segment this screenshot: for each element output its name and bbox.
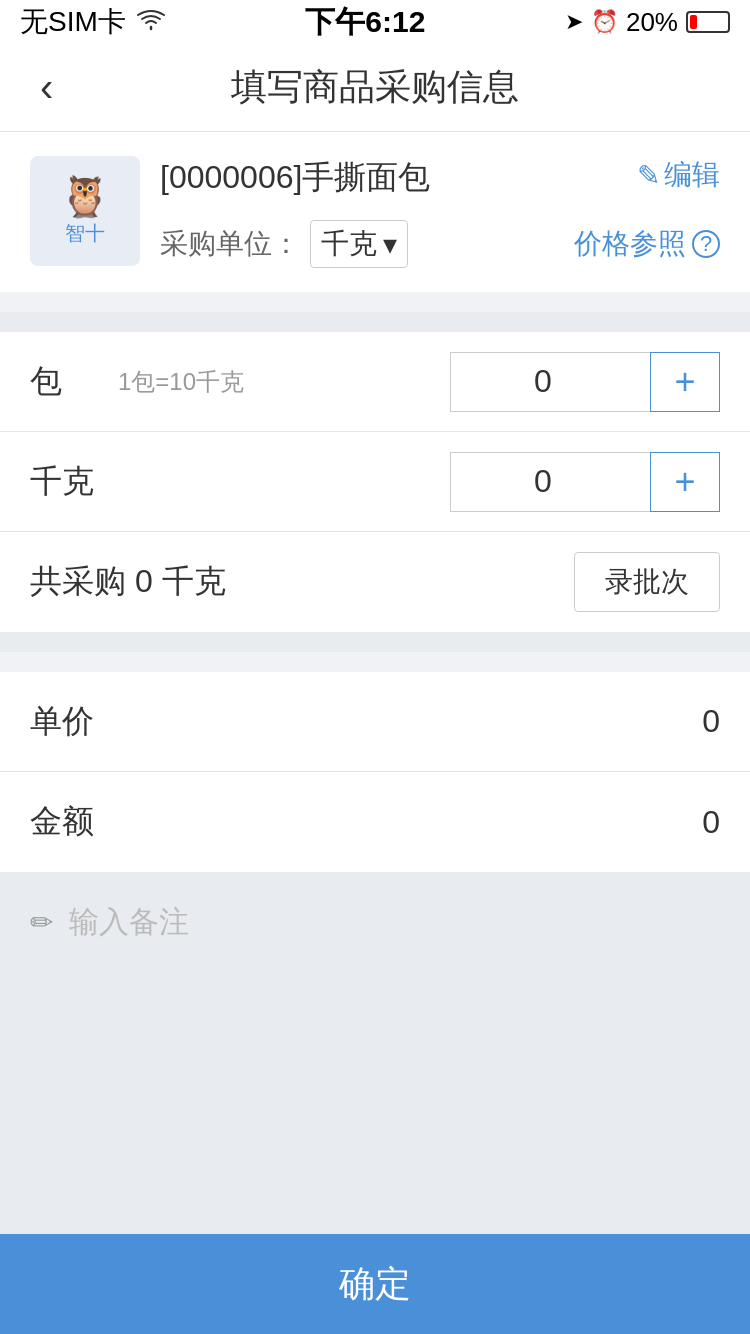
amount-row: 金额 0 xyxy=(0,772,750,872)
unit-price-label: 单价 xyxy=(30,700,94,744)
pencil-icon: ✏ xyxy=(30,906,53,939)
status-right: ➤ ⏰ 20% xyxy=(565,7,730,38)
product-info: [0000006]手撕面包 ✎ 编辑 采购单位： 千克 ▾ 价格参照 ? xyxy=(160,156,720,268)
bao-qty-input[interactable] xyxy=(450,352,650,412)
bao-sublabel: 1包=10千克 xyxy=(118,366,244,398)
nav-bar: ‹ 填写商品采购信息 xyxy=(0,44,750,132)
back-button[interactable]: ‹ xyxy=(30,55,63,120)
remark-section[interactable]: ✏ 输入备注 xyxy=(0,872,750,973)
edit-label: 编辑 xyxy=(664,156,720,194)
unit-price-row: 单价 0 xyxy=(0,672,750,772)
remark-placeholder: 输入备注 xyxy=(69,902,189,943)
brand-text: 智十 xyxy=(65,220,105,247)
product-card: 🦉 智十 [0000006]手撕面包 ✎ 编辑 采购单位： 千克 ▾ xyxy=(0,132,750,292)
dropdown-arrow-icon: ▾ xyxy=(383,228,397,261)
status-bar: 无SIM卡 下午6:12 ➤ ⏰ 20% xyxy=(0,0,750,44)
price-reference-button[interactable]: 价格参照 ? xyxy=(574,225,720,263)
bao-label: 包 xyxy=(30,360,110,404)
unit-select[interactable]: 千克 ▾ xyxy=(310,220,408,268)
amount-value: 0 xyxy=(702,804,720,841)
alarm-icon: ⏰ xyxy=(591,9,618,35)
kg-label: 千克 xyxy=(30,460,110,504)
batch-button[interactable]: 录批次 xyxy=(574,552,720,612)
location-icon: ➤ xyxy=(565,9,583,35)
help-icon: ? xyxy=(692,230,720,258)
kg-qty-wrap: + xyxy=(450,452,720,512)
product-name: [0000006]手撕面包 xyxy=(160,156,637,200)
product-meta: 采购单位： 千克 ▾ 价格参照 ? xyxy=(160,220,720,268)
quantity-section: 包 1包=10千克 + 千克 + xyxy=(0,332,750,532)
amount-label: 金额 xyxy=(30,800,94,844)
confirm-button[interactable]: 确定 xyxy=(0,1234,750,1334)
bao-input-row: 包 1包=10千克 + xyxy=(0,332,750,432)
bao-plus-button[interactable]: + xyxy=(650,352,720,412)
battery-percent: 20% xyxy=(626,7,678,38)
total-label: 共采购 0 千克 xyxy=(30,560,226,604)
unit-value: 千克 xyxy=(321,225,377,263)
section-divider-1 xyxy=(0,312,750,332)
product-header: [0000006]手撕面包 ✎ 编辑 xyxy=(160,156,720,200)
section-divider-2 xyxy=(0,632,750,652)
wifi-icon xyxy=(136,6,166,38)
total-row: 共采购 0 千克 录批次 xyxy=(0,532,750,632)
kg-qty-input[interactable] xyxy=(450,452,650,512)
purchase-unit-label: 采购单位： xyxy=(160,225,300,263)
kg-plus-button[interactable]: + xyxy=(650,452,720,512)
product-image: 🦉 智十 xyxy=(30,156,140,266)
price-ref-label: 价格参照 xyxy=(574,225,686,263)
kg-input-row: 千克 + xyxy=(0,432,750,532)
content-area: 🦉 智十 [0000006]手撕面包 ✎ 编辑 采购单位： 千克 ▾ xyxy=(0,132,750,1334)
edit-button[interactable]: ✎ 编辑 xyxy=(637,156,720,194)
status-time: 下午6:12 xyxy=(305,2,425,43)
purchase-unit: 采购单位： 千克 ▾ xyxy=(160,220,408,268)
owl-icon: 🦉 xyxy=(60,176,110,216)
empty-space xyxy=(0,973,750,1273)
bao-qty-wrap: + xyxy=(450,352,720,412)
unit-price-value: 0 xyxy=(702,703,720,740)
status-left: 无SIM卡 xyxy=(20,3,166,41)
battery-icon xyxy=(686,11,730,33)
pricing-section: 单价 0 金额 0 xyxy=(0,672,750,872)
edit-icon: ✎ xyxy=(637,159,660,192)
carrier-label: 无SIM卡 xyxy=(20,3,126,41)
page-title: 填写商品采购信息 xyxy=(231,63,519,112)
